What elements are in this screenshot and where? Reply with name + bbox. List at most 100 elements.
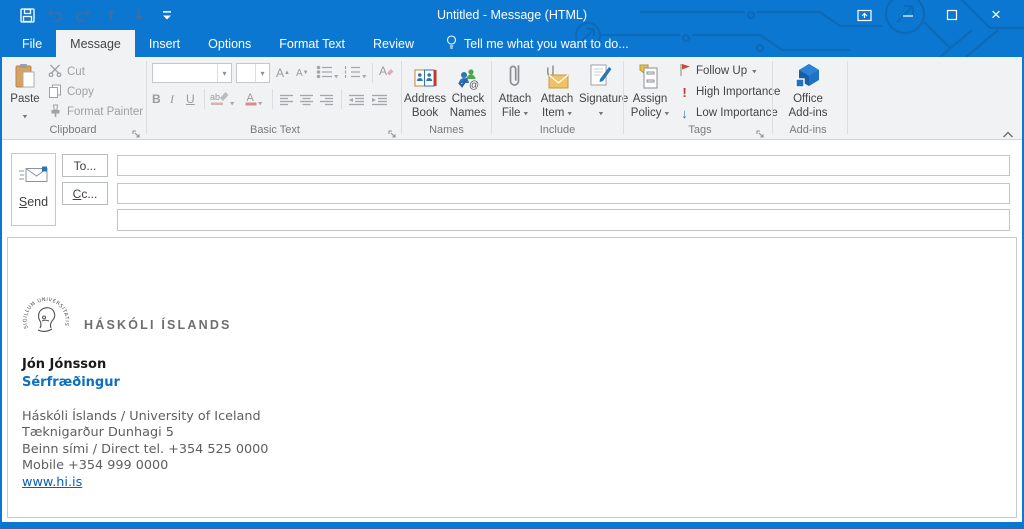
group-separator	[401, 61, 402, 134]
numbering-button[interactable]: ▾	[344, 65, 367, 84]
font-size-combo[interactable]: ▾	[236, 63, 270, 83]
clipboard-dialog-launcher-icon[interactable]	[132, 126, 142, 138]
attach-file-caret: ▾	[523, 109, 529, 117]
paste-dropdown-caret: ▾	[22, 112, 28, 121]
grow-font-button[interactable]: A ▲	[276, 64, 290, 82]
signature-address-line: Beinn sími / Direct tel. +354 525 0000	[22, 441, 269, 457]
to-button[interactable]: To...	[62, 154, 108, 177]
signature-button[interactable]: Signature ▾	[579, 60, 628, 124]
send-envelope-icon	[12, 166, 55, 189]
cut-icon	[48, 64, 62, 80]
signature-address-line: Mobile +354 999 0000	[22, 458, 169, 474]
svg-text:ab: ab	[210, 92, 220, 102]
group-separator	[146, 61, 147, 134]
paperclip-icon	[495, 60, 535, 90]
svg-text:A: A	[247, 92, 255, 104]
tab-file[interactable]: File	[8, 30, 56, 57]
tell-me-box[interactable]: Tell me what you want to do...	[436, 30, 639, 57]
svg-text:@: @	[469, 80, 479, 90]
attach-file-button[interactable]: Attach File ▾	[495, 60, 535, 124]
font-name-combo[interactable]: ▾	[152, 63, 232, 83]
decrease-indent-button[interactable]	[348, 93, 365, 111]
subject-field[interactable]	[117, 209, 1010, 231]
bold-button[interactable]: B	[152, 90, 161, 108]
basic-text-group-label: Basic Text	[250, 124, 300, 136]
assign-policy-button[interactable]: Assign Policy ▾	[628, 60, 672, 124]
check-names-button[interactable]: @ Check Names	[447, 60, 489, 124]
align-center-button[interactable]	[299, 93, 314, 111]
address-book-button[interactable]: Address Book	[404, 60, 446, 124]
ribbon: Paste ▾ Cut Copy Format Painter Clipboar…	[0, 57, 1024, 140]
flag-icon	[678, 63, 691, 80]
copy-icon	[48, 84, 62, 101]
office-addins-icon	[780, 60, 836, 90]
collapse-ribbon-icon[interactable]	[1002, 126, 1014, 138]
tab-insert[interactable]: Insert	[135, 30, 194, 57]
tab-message[interactable]: Message	[56, 30, 135, 57]
message-header: Send To... Cc... Subject	[0, 140, 1024, 367]
minimize-icon[interactable]	[886, 0, 930, 30]
assign-policy-caret: ▾	[664, 109, 670, 117]
to-field[interactable]	[117, 155, 1010, 176]
clipboard-group-label: Clipboard	[49, 124, 97, 136]
tags-group-label: Tags	[688, 124, 712, 136]
format-painter-icon	[48, 104, 62, 121]
font-name-caret[interactable]: ▾	[217, 64, 231, 82]
signature-address-line: Háskóli Íslands / University of Iceland	[22, 409, 261, 424]
signature-title: Sérfræðingur	[22, 375, 120, 390]
signature-website-link[interactable]: www.hi.is	[22, 475, 82, 490]
signature-icon	[579, 60, 623, 90]
format-painter-button[interactable]: Format Painter	[48, 103, 143, 121]
low-importance-icon: ↓	[681, 105, 688, 121]
increase-indent-button[interactable]	[371, 93, 388, 111]
group-separator	[847, 61, 848, 134]
university-seal-logo: SIGILLUM UNIVERSITATIS ISLANDIAE	[20, 294, 69, 332]
align-left-button[interactable]	[279, 93, 294, 111]
assign-policy-icon	[628, 60, 672, 90]
ribbon-display-options-icon[interactable]	[842, 0, 886, 30]
cc-field[interactable]	[117, 183, 1010, 204]
tab-review[interactable]: Review	[359, 30, 428, 57]
signature-address: Háskóli Íslands / University of Iceland …	[22, 409, 268, 475]
underline-button[interactable]: U	[186, 90, 195, 108]
tab-options[interactable]: Options	[194, 30, 265, 57]
ribbon-tabs: File Message Insert Options Format Text …	[0, 30, 1024, 57]
include-group-label: Include	[539, 124, 576, 136]
close-icon[interactable]: ×	[974, 0, 1018, 30]
text-highlight-button[interactable]: ab ▾	[210, 90, 235, 111]
shrink-font-button[interactable]: A ▼	[296, 64, 309, 82]
basic-text-dialog-launcher-icon[interactable]	[388, 126, 398, 138]
copy-button[interactable]: Copy	[48, 83, 94, 101]
tell-me-label: Tell me what you want to do...	[464, 36, 629, 51]
align-right-button[interactable]	[319, 93, 334, 111]
font-color-button[interactable]: A ▾	[244, 90, 263, 111]
window-border-left	[0, 57, 2, 522]
titlebar: Untitled - Message (HTML) × File Message…	[0, 0, 1024, 57]
tab-format-text[interactable]: Format Text	[265, 30, 359, 57]
cc-button[interactable]: Cc...	[62, 182, 108, 205]
group-separator	[491, 61, 492, 134]
office-addins-button[interactable]: Office Add-ins	[780, 60, 836, 124]
follow-up-button[interactable]: Follow Up ▾	[678, 62, 757, 80]
message-body[interactable]	[7, 237, 1017, 518]
attach-item-button[interactable]: Attach Item ▾	[537, 60, 577, 124]
italic-button[interactable]: I	[170, 90, 174, 108]
group-separator	[772, 61, 773, 134]
high-importance-button[interactable]: ! High Importance	[678, 83, 780, 101]
university-name: HÁSKÓLI ÍSLANDS	[84, 318, 232, 332]
cut-button[interactable]: Cut	[48, 63, 85, 81]
group-separator	[623, 61, 624, 134]
low-importance-button[interactable]: ↓ Low Importance	[678, 104, 778, 122]
check-names-icon: @	[447, 60, 489, 90]
paste-icon	[6, 60, 44, 90]
tags-dialog-launcher-icon[interactable]	[756, 126, 766, 138]
font-size-caret[interactable]: ▾	[255, 64, 269, 82]
signature-address-line: Tæknigarður Dunhagi 5	[22, 425, 174, 441]
clear-formatting-button[interactable]: A	[378, 63, 394, 84]
paste-button[interactable]: Paste ▾	[6, 60, 44, 124]
send-button[interactable]: Send	[11, 153, 56, 226]
maximize-icon[interactable]	[930, 0, 974, 30]
follow-up-caret: ▾	[752, 66, 757, 75]
control-separator	[204, 89, 205, 109]
bullets-button[interactable]: ▾	[316, 65, 339, 84]
